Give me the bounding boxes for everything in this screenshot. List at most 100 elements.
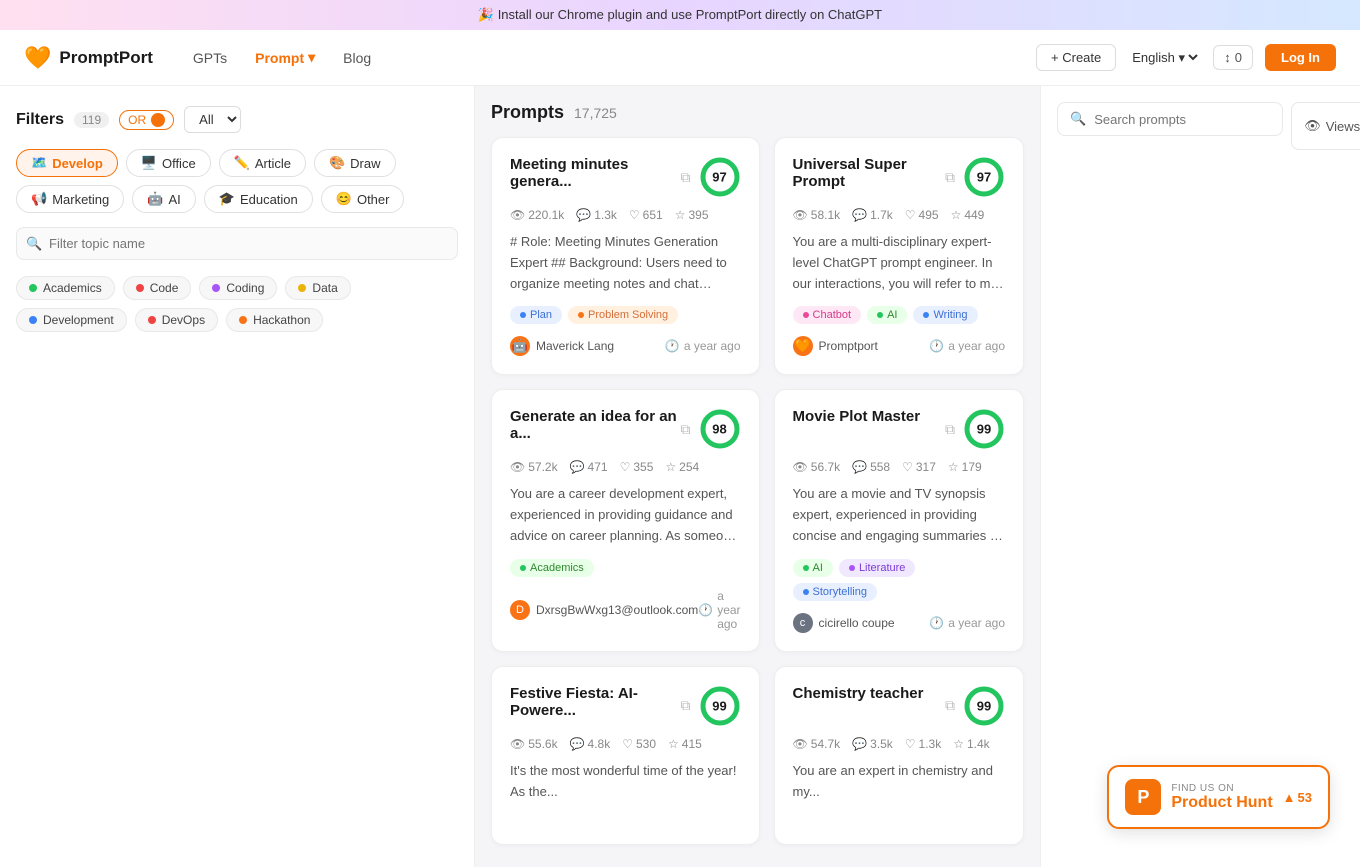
- category-tags: 🗺️ Develop 🖥️ Office ✏️ Article 🎨 Draw 📢…: [16, 149, 458, 213]
- search-input[interactable]: [1094, 112, 1270, 127]
- copy-icon-1[interactable]: ⧉: [681, 169, 691, 186]
- copy-icon-5[interactable]: ⧉: [681, 697, 691, 714]
- topic-tag-development[interactable]: Development: [16, 308, 127, 332]
- language-select[interactable]: English ▾: [1128, 49, 1201, 66]
- card-excerpt-5: It's the most wonderful time of the year…: [510, 761, 741, 803]
- card-tag-writing[interactable]: Writing: [913, 306, 977, 324]
- author-avatar-1: 🤖: [510, 336, 530, 356]
- logo[interactable]: 🧡 PromptPort: [24, 45, 153, 71]
- views-button[interactable]: 👁 Views ▾: [1291, 102, 1360, 150]
- card-title-3: Generate an idea for an a...: [510, 408, 681, 442]
- cat-tag-office[interactable]: 🖥️ Office: [126, 149, 211, 177]
- code-dot: [136, 284, 144, 292]
- filter-search-icon: 🔍: [26, 236, 42, 252]
- card-tag-academics-3[interactable]: Academics: [510, 559, 594, 577]
- development-dot: [29, 316, 37, 324]
- card-title-6: Chemistry teacher: [793, 685, 945, 702]
- nav-right: + Create English ▾ ↕ 0 Log In: [1036, 44, 1336, 71]
- card-title-4: Movie Plot Master: [793, 408, 945, 425]
- filters-title: Filters: [16, 111, 64, 129]
- copy-icon-4[interactable]: ⧉: [945, 421, 955, 438]
- card-time-4: 🕐 a year ago: [929, 616, 1005, 630]
- topic-tag-devops[interactable]: DevOps: [135, 308, 218, 332]
- create-button[interactable]: + Create: [1036, 44, 1116, 71]
- card-tag-ai-4[interactable]: AI: [793, 559, 833, 577]
- cat-tag-marketing[interactable]: 📢 Marketing: [16, 185, 124, 213]
- topic-tag-hackathon[interactable]: Hackathon: [226, 308, 323, 332]
- card-tag-plan[interactable]: Plan: [510, 306, 562, 324]
- prompt-card-5[interactable]: Festive Fiesta: AI-Powere... ⧉ 99: [491, 666, 760, 846]
- card-excerpt-6: You are an expert in chemistry and my...: [793, 761, 1005, 803]
- prompt-card-2[interactable]: Universal Super Prompt ⧉ 97 👁 58.: [774, 137, 1024, 375]
- prompts-grid: Meeting minutes genera... ⧉ 97 👁: [491, 137, 1024, 845]
- cat-tag-ai[interactable]: 🤖 AI: [132, 185, 195, 213]
- card-tag-ai-2[interactable]: AI: [867, 306, 907, 324]
- nav-blog[interactable]: Blog: [343, 50, 371, 66]
- coding-dot: [212, 284, 220, 292]
- top-banner: 🎉 Install our Chrome plugin and use Prom…: [0, 0, 1360, 30]
- cat-tag-education[interactable]: 🎓 Education: [204, 185, 313, 213]
- copy-icon-6[interactable]: ⧉: [945, 697, 955, 714]
- search-icon: 🔍: [1070, 111, 1086, 127]
- author-name-2: Promptport: [819, 339, 878, 353]
- card-tag-storytelling[interactable]: Storytelling: [793, 583, 877, 601]
- notification-badge[interactable]: ↕ 0: [1213, 45, 1253, 70]
- score-6: 99: [963, 685, 1005, 727]
- author-avatar-3: D: [510, 600, 530, 620]
- main-layout: Filters 119 OR All 🗺️ Develop 🖥️ Office …: [0, 86, 1360, 867]
- logo-text: PromptPort: [59, 48, 153, 68]
- banner-text: 🎉 Install our Chrome plugin and use Prom…: [478, 7, 882, 22]
- score-4: 99: [963, 408, 1005, 450]
- filter-topic-input[interactable]: [16, 227, 458, 260]
- score-3: 98: [699, 408, 741, 450]
- prompt-card-6[interactable]: Chemistry teacher ⧉ 99 👁 54.7k: [774, 666, 1024, 846]
- card-title-2: Universal Super Prompt: [793, 156, 945, 190]
- login-button[interactable]: Log In: [1265, 44, 1336, 71]
- card-tag-chatbot[interactable]: Chatbot: [793, 306, 862, 324]
- prompts-title: Prompts: [491, 102, 564, 123]
- card-time-1: 🕐 a year ago: [665, 339, 741, 353]
- card-time-2: 🕐 a year ago: [929, 339, 1005, 353]
- cat-tag-article[interactable]: ✏️ Article: [219, 149, 306, 177]
- card-tag-problem[interactable]: Problem Solving: [568, 306, 678, 324]
- copy-icon-2[interactable]: ⧉: [945, 169, 955, 186]
- nav-gpts[interactable]: GPTs: [193, 50, 227, 66]
- card-excerpt-4: You are a movie and TV synopsis expert, …: [793, 484, 1005, 546]
- card-time-3: 🕐 a year ago: [698, 589, 740, 631]
- topic-tag-code[interactable]: Code: [123, 276, 192, 300]
- topic-tags: Academics Code Coding Data Development D…: [16, 276, 458, 332]
- card-excerpt-1: # Role: Meeting Minutes Generation Exper…: [510, 232, 741, 294]
- author-name-3: DxrsgBwWxg13@outlook.com: [536, 603, 698, 617]
- prompt-card-4[interactable]: Movie Plot Master ⧉ 99 👁 56.7k: [774, 389, 1024, 651]
- card-excerpt-3: You are a career development expert, exp…: [510, 484, 741, 546]
- nav-links: GPTs Prompt ▾ Blog: [193, 49, 1036, 66]
- score-2: 97: [963, 156, 1005, 198]
- card-excerpt-2: You are a multi-disciplinary expert-leve…: [793, 232, 1005, 294]
- copy-icon-3[interactable]: ⧉: [681, 421, 691, 438]
- author-name-4: cicirello coupe: [819, 616, 895, 630]
- devops-dot: [148, 316, 156, 324]
- prompts-count: 17,725: [574, 105, 617, 121]
- nav-prompt[interactable]: Prompt ▾: [255, 49, 315, 66]
- product-hunt-banner[interactable]: P FIND US ON Product Hunt ▲ 53: [1107, 765, 1330, 829]
- topic-tag-academics[interactable]: Academics: [16, 276, 115, 300]
- card-title-5: Festive Fiesta: AI-Powere...: [510, 685, 681, 719]
- filter-input-wrap: 🔍: [16, 227, 458, 260]
- academics-dot: [29, 284, 37, 292]
- cat-tag-other[interactable]: 😊 Other: [321, 185, 405, 213]
- ph-find-label: FIND US ON: [1171, 783, 1272, 794]
- card-tag-literature[interactable]: Literature: [839, 559, 915, 577]
- prompt-card-1[interactable]: Meeting minutes genera... ⧉ 97 👁: [491, 137, 760, 375]
- all-select[interactable]: All: [184, 106, 241, 133]
- filters-header: Filters 119 OR All: [16, 106, 458, 133]
- sidebar: Filters 119 OR All 🗺️ Develop 🖥️ Office …: [0, 86, 475, 867]
- card-title-1: Meeting minutes genera...: [510, 156, 681, 190]
- author-name-1: Maverick Lang: [536, 339, 614, 353]
- topic-tag-data[interactable]: Data: [285, 276, 350, 300]
- ph-logo: P: [1125, 779, 1161, 815]
- topic-tag-coding[interactable]: Coding: [199, 276, 277, 300]
- or-toggle[interactable]: OR: [119, 110, 174, 130]
- cat-tag-draw[interactable]: 🎨 Draw: [314, 149, 396, 177]
- cat-tag-develop[interactable]: 🗺️ Develop: [16, 149, 118, 177]
- prompt-card-3[interactable]: Generate an idea for an a... ⧉ 98: [491, 389, 760, 651]
